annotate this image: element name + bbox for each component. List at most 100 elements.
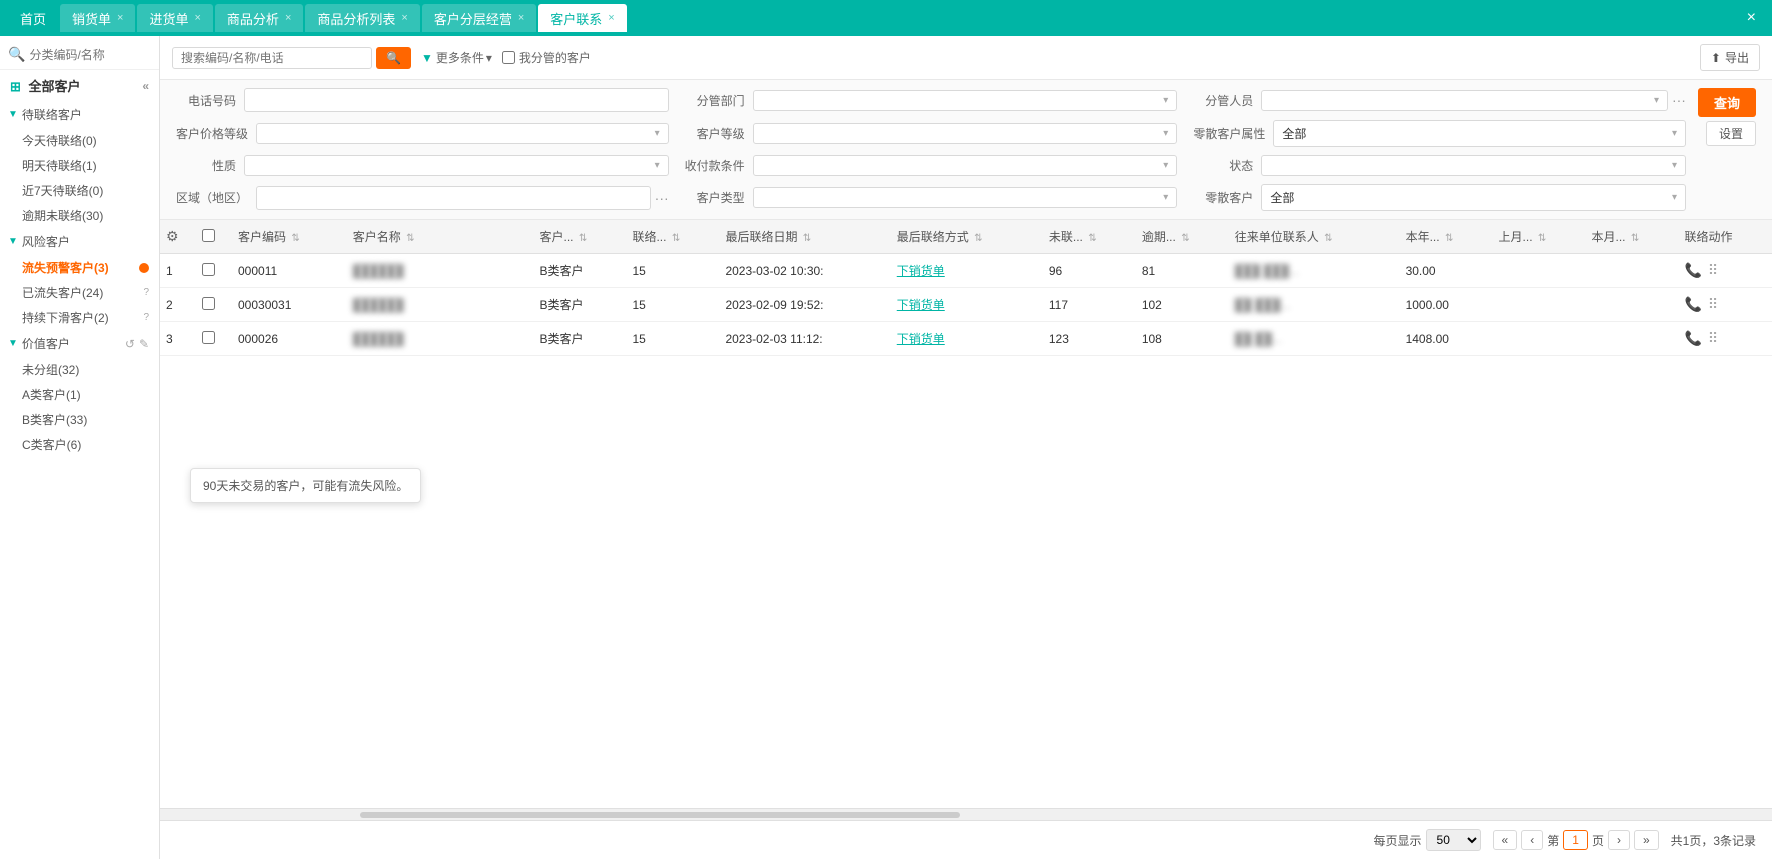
row-checkbox-cell [196, 288, 232, 322]
tab-sales[interactable]: 销货单 × [60, 4, 135, 32]
sidebar-item-a-class[interactable]: A类客户(1) [0, 382, 159, 407]
tab-home[interactable]: 首页 [8, 4, 58, 32]
sidebar-group-risk[interactable]: ▼ 风险客户 [0, 228, 159, 255]
row-checkbox[interactable] [202, 331, 215, 344]
sidebar-item-churn-warning[interactable]: 流失预警客户(3) [0, 255, 159, 280]
contact-action-icon[interactable]: 📞 [1684, 296, 1701, 313]
filter-retail-customer-select[interactable]: 全部 ▾ [1261, 184, 1686, 211]
more-action-icon[interactable]: ⠿ [1708, 262, 1718, 279]
col-this-year: 本年... ⇅ [1400, 220, 1493, 254]
sort-icon-this-year: ⇅ [1445, 233, 1453, 244]
region-more-icon[interactable]: ··· [655, 190, 669, 206]
sidebar-item-churned[interactable]: 已流失客户(24) ? [0, 280, 159, 305]
table-row: 2 00030031 ██████ B类客户 15 2023-02-09 19:… [160, 288, 1772, 322]
sidebar-all-customers[interactable]: ⊞ 全部客户 « [0, 70, 159, 101]
row-last-way[interactable]: 下销货单 [891, 288, 1043, 322]
search-button[interactable]: 🔍 [376, 47, 411, 69]
filter-retail-customer: 零散客户 全部 ▾ [1193, 184, 1686, 211]
sidebar-item-today-contact[interactable]: 今天待联络(0) [0, 128, 159, 153]
more-action-icon[interactable]: ⠿ [1708, 330, 1718, 347]
main-layout: 🔍 ⊞ 全部客户 « ▼ 待联络客户 今天待联络(0) 明天待联络(1) 近7天… [0, 36, 1772, 859]
col-last-date: 最后联络日期 ⇅ [719, 220, 890, 254]
my-customer-checkbox[interactable] [502, 51, 515, 64]
filter-customer-level-select[interactable]: ▾ [753, 123, 1178, 144]
tab-analysis-list[interactable]: 商品分析列表 × [305, 4, 419, 32]
row-this-month [1586, 322, 1679, 356]
tab-customer-tier[interactable]: 客户分层经营 × [422, 4, 536, 32]
more-filter-button[interactable]: ▼ 更多条件 ▾ [421, 49, 492, 66]
table-row: 1 000011 ██████ B类客户 15 2023-03-02 10:30… [160, 254, 1772, 288]
scroll-thumb[interactable] [360, 812, 960, 818]
next-page-button[interactable]: › [1608, 830, 1630, 850]
row-checkbox-cell [196, 322, 232, 356]
sidebar-group-value[interactable]: ▼ 价值客户 ↺ ✎ [0, 330, 159, 357]
window-close-button[interactable]: × [1739, 9, 1764, 27]
sidebar-item-ungrouped[interactable]: 未分组(32) [0, 357, 159, 382]
first-page-button[interactable]: « [1493, 830, 1518, 850]
sort-icon-type: ⇅ [579, 233, 587, 244]
filter-retail-attr-select[interactable]: 全部 ▾ [1273, 120, 1686, 147]
sidebar-item-c-class[interactable]: C类客户(6) [0, 432, 159, 457]
contact-action-icon[interactable]: 📞 [1684, 330, 1701, 347]
horizontal-scrollbar[interactable] [160, 808, 1772, 820]
row-checkbox[interactable] [202, 297, 215, 310]
content-area: 🔍 ▼ 更多条件 ▾ 我分管的客户 ⬆ 导出 [160, 36, 1772, 859]
filter-retail-attr: 零散客户属性 全部 ▾ [1193, 120, 1686, 147]
settings-button[interactable]: 设置 [1706, 121, 1756, 146]
sidebar-item-declining[interactable]: 持续下滑客户(2) ? [0, 305, 159, 330]
sidebar-group-pending[interactable]: ▼ 待联络客户 [0, 101, 159, 128]
more-action-icon[interactable]: ⠿ [1708, 296, 1718, 313]
edit-icon[interactable]: ✎ [139, 337, 149, 351]
filter-region-input[interactable] [256, 186, 651, 210]
filter-manager: 分管人员 ▾ ··· [1193, 90, 1686, 111]
nature-chevron-icon: ▾ [655, 160, 660, 171]
filter-status-select[interactable]: ▾ [1261, 155, 1686, 176]
close-tab-customer-contact-icon[interactable]: × [608, 12, 614, 24]
sidebar-item-b-class[interactable]: B类客户(33) [0, 407, 159, 432]
sidebar-item-overdue-contact[interactable]: 逾期未联络(30) [0, 203, 159, 228]
filter-manager-select[interactable]: ▾ [1261, 90, 1668, 111]
row-last-way[interactable]: 下销货单 [891, 254, 1043, 288]
last-page-button[interactable]: » [1634, 830, 1659, 850]
close-tab-analysis-icon[interactable]: × [285, 12, 291, 24]
contact-action-icon[interactable]: 📞 [1684, 262, 1701, 279]
filter-nature-select[interactable]: ▾ [244, 155, 669, 176]
sidebar-item-7day-contact[interactable]: 近7天待联络(0) [0, 178, 159, 203]
tab-purchase[interactable]: 进货单 × [137, 4, 212, 32]
filter-customer-type-select[interactable]: ▾ [753, 187, 1178, 208]
export-button[interactable]: ⬆ 导出 [1700, 44, 1760, 71]
filter-panel: 电话号码 分管部门 ▾ 分管人员 [160, 80, 1772, 220]
row-type: B类客户 [534, 254, 627, 288]
tab-bar: 首页 销货单 × 进货单 × 商品分析 × 商品分析列表 × 客户分层经营 × … [0, 0, 1772, 36]
filter-price-level-select[interactable]: ▾ [256, 123, 669, 144]
manager-more-icon[interactable]: ··· [1672, 92, 1686, 108]
pagination-bar: 每页显示 50 100 200 « ‹ 第 1 页 › » 共1页，3条记录 [160, 820, 1772, 859]
refresh-icon[interactable]: ↺ [125, 337, 135, 351]
close-tab-customer-tier-icon[interactable]: × [518, 12, 524, 24]
close-tab-analysis-list-icon[interactable]: × [401, 12, 407, 24]
row-type: B类客户 [534, 322, 627, 356]
prev-page-button[interactable]: ‹ [1521, 830, 1543, 850]
sort-icon-name: ⇅ [406, 233, 414, 244]
filter-dept-select[interactable]: ▾ [753, 90, 1178, 111]
col-code: 客户编码 ⇅ [232, 220, 347, 254]
sidebar-item-tomorrow-contact[interactable]: 明天待联络(1) [0, 153, 159, 178]
sidebar-search-input[interactable] [29, 48, 151, 62]
filter-phone-input[interactable] [244, 88, 669, 112]
table-settings-gear-icon[interactable]: ⚙ [166, 228, 179, 244]
close-tab-purchase-icon[interactable]: × [194, 12, 200, 24]
tab-analysis[interactable]: 商品分析 × [215, 4, 303, 32]
sidebar-collapse-icon[interactable]: « [142, 79, 149, 93]
row-last-way[interactable]: 下销货单 [891, 322, 1043, 356]
page-size-select[interactable]: 50 100 200 [1426, 829, 1481, 851]
close-tab-sales-icon[interactable]: × [117, 12, 123, 24]
row-checkbox[interactable] [202, 263, 215, 276]
search-input[interactable] [181, 51, 363, 65]
tab-customer-contact[interactable]: 客户联系 × [538, 4, 626, 32]
query-button[interactable]: 查询 [1698, 88, 1756, 117]
filter-payment-select[interactable]: ▾ [753, 155, 1178, 176]
triangle-icon: ▼ [8, 109, 18, 120]
select-all-checkbox[interactable] [202, 229, 215, 242]
col-unit-contact: 往来单位联系人 ⇅ [1229, 220, 1400, 254]
page-nav: « ‹ 第 1 页 › » [1493, 830, 1659, 850]
